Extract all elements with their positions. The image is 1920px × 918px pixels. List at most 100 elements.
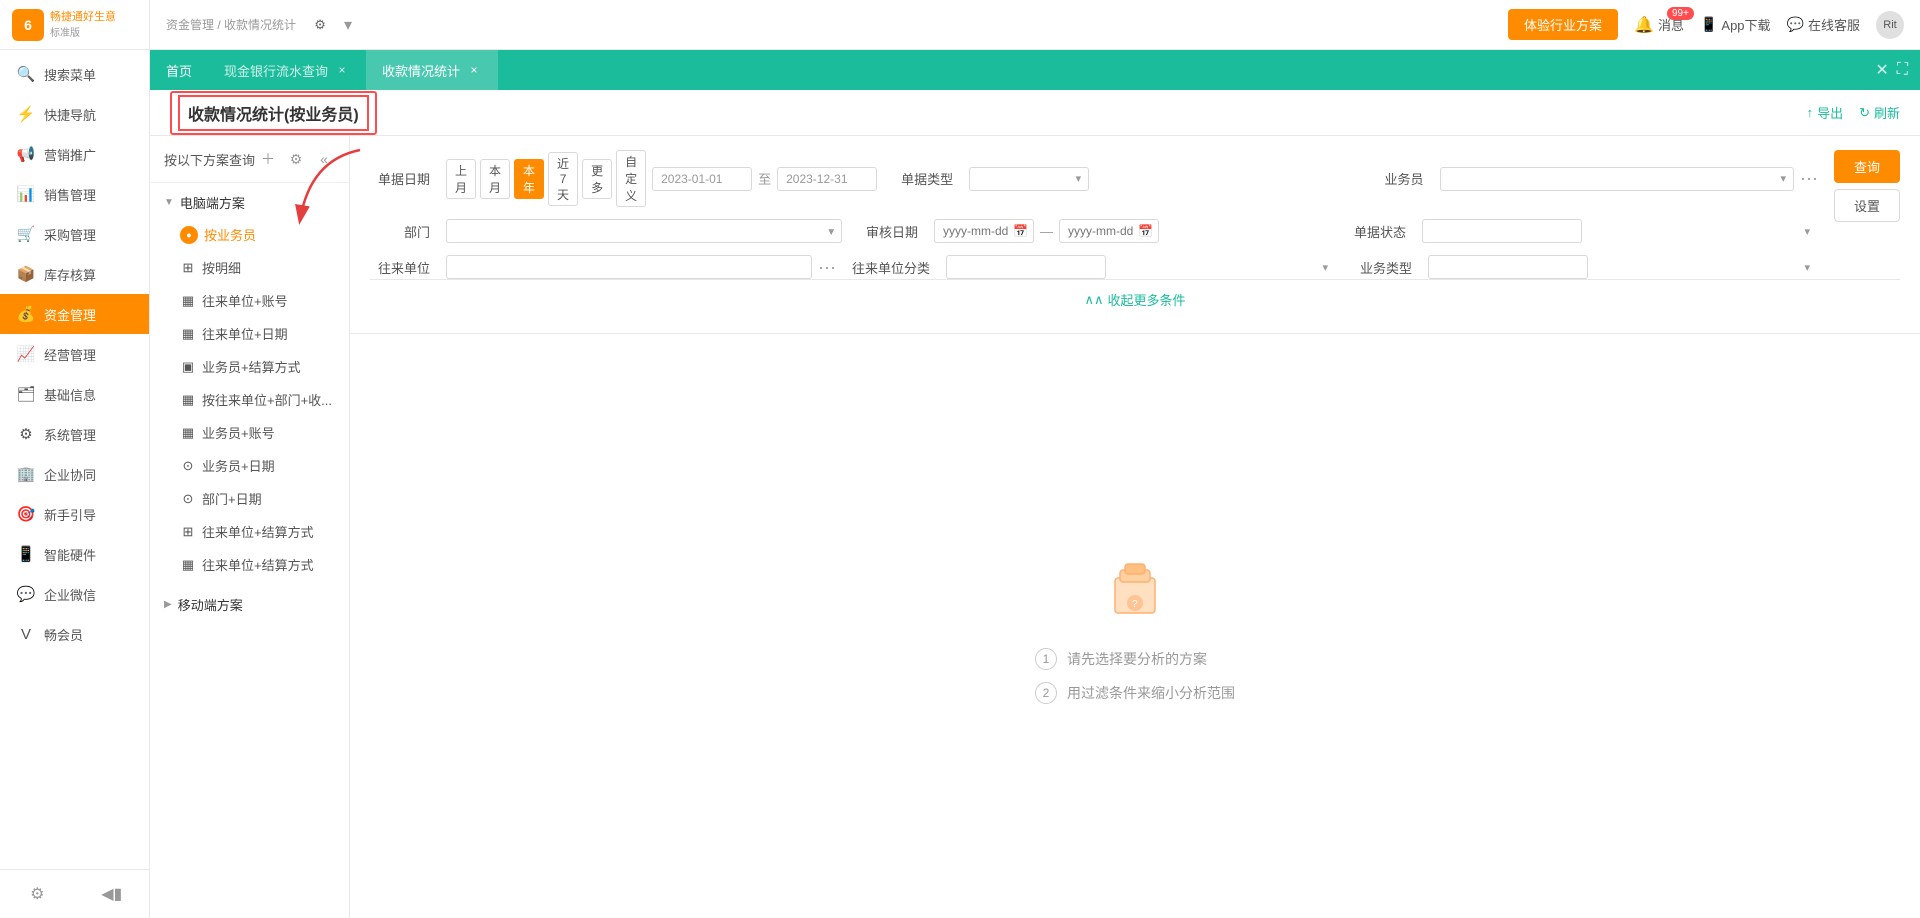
sidebar-label-finance: 资金管理 — [44, 305, 96, 324]
sidebar-item-finance[interactable]: 💰资金管理 — [0, 294, 149, 334]
sidebar-label-inventory: 库存核算 — [44, 265, 96, 284]
tab-label-bank: 现金银行流水查询 — [224, 61, 328, 80]
scheme-item-partner_settlement1[interactable]: ⊞往来单位+结算方式 — [150, 515, 349, 548]
sidebar-item-member[interactable]: V畅会员 — [0, 614, 149, 654]
settings-button[interactable]: 设置 — [1834, 189, 1900, 222]
sidebar-item-hardware[interactable]: 📱智能硬件 — [0, 534, 149, 574]
scheme-settings-icon[interactable]: ⚙ — [285, 148, 307, 170]
tab-receipt[interactable]: 收款情况统计 × — [366, 50, 498, 90]
date-quick-buttons: 上月本月本年近7天更多自定义 — [446, 150, 646, 207]
system-icon: ⚙ — [16, 424, 36, 444]
doc-status-select[interactable] — [1422, 219, 1582, 243]
sidebar-navigation: 🔍搜索菜单⚡快捷导航📢营销推广📊销售管理🛒采购管理📦库存核算💰资金管理📈经营管理… — [0, 50, 149, 869]
by_detail-scheme-label: 按明细 — [202, 258, 241, 277]
sidebar-label-purchase: 采购管理 — [44, 225, 96, 244]
scheme-item-salesperson_settlement[interactable]: ▣业务员+结算方式 — [150, 350, 349, 383]
collapse-sidebar-icon[interactable]: ◀▮ — [96, 878, 128, 910]
sidebar-item-basic[interactable]: 🗂基础信息 — [0, 374, 149, 414]
breadcrumb: 资金管理 / 收款情况统计 — [166, 16, 296, 33]
right-panel: 单据日期 上月本月本年近7天更多自定义 至 单据类型 — [350, 136, 1920, 918]
close-window-icon[interactable]: ✕ — [1875, 60, 1888, 80]
trial-button[interactable]: 体验行业方案 — [1508, 9, 1618, 40]
online-service-button[interactable]: 💬 在线客服 — [1787, 15, 1860, 34]
sidebar-item-operation[interactable]: 📈经营管理 — [0, 334, 149, 374]
refresh-button[interactable]: ↻ 刷新 — [1859, 103, 1900, 122]
main-content: 资金管理 / 收款情况统计 ⚙ ▾ 体验行业方案 🔔 消息 99+ 📱 App下… — [150, 0, 1920, 918]
settings-bottom-icon[interactable]: ⚙ — [21, 878, 53, 910]
sidebar-item-enterprise[interactable]: 🏢企业协同 — [0, 454, 149, 494]
salesperson-label: 业务员 — [1364, 169, 1424, 188]
collapse-bar[interactable]: ∧∧ 收起更多条件 — [370, 279, 1900, 319]
date-from-input[interactable] — [652, 167, 752, 191]
left-panel-query-title: 按以下方案查询 — [164, 150, 255, 169]
filter-area: 单据日期 上月本月本年近7天更多自定义 至 单据类型 — [350, 136, 1920, 334]
scheme-group-header-desktop[interactable]: ▼电脑端方案 — [150, 187, 349, 218]
tab-bank[interactable]: 现金银行流水查询 × — [208, 50, 366, 90]
sidebar-item-system[interactable]: ⚙系统管理 — [0, 414, 149, 454]
doc-type-select[interactable] — [969, 167, 1089, 191]
topbar-dropdown-icon[interactable]: ▾ — [344, 15, 352, 35]
scheme-item-by_detail[interactable]: ⊞按明细 — [150, 251, 349, 284]
scheme-item-partner_dept_receipt[interactable]: ▦按往来单位+部门+收... — [150, 383, 349, 416]
add-scheme-icon[interactable]: ＋ — [257, 148, 279, 170]
date-btn-本月[interactable]: 本月 — [480, 159, 510, 199]
page-title-box: 收款情况统计(按业务员) — [170, 91, 377, 135]
topbar-gear-icon[interactable]: ⚙ — [304, 9, 336, 41]
dept-input[interactable] — [446, 219, 842, 243]
partner_account-scheme-icon: ▦ — [180, 293, 196, 309]
collapse-panel-icon[interactable]: « — [313, 148, 335, 170]
tab-home[interactable]: 首页 — [150, 50, 208, 90]
salesperson-more-icon[interactable]: ··· — [1800, 168, 1818, 189]
review-date-label: 审核日期 — [858, 222, 918, 241]
logo-tag: 标准版 — [50, 24, 116, 39]
partner-input[interactable] — [446, 255, 812, 279]
scheme-item-dept_date[interactable]: ⊙部门+日期 — [150, 482, 349, 515]
dept_date-scheme-label: 部门+日期 — [202, 489, 262, 508]
tab-label-receipt: 收款情况统计 — [382, 61, 460, 80]
tab-close-receipt[interactable]: × — [466, 62, 482, 78]
logo-text: 畅捷通好生意 — [50, 10, 116, 24]
date-to-input[interactable] — [777, 167, 877, 191]
scheme-item-partner_account[interactable]: ▦往来单位+账号 — [150, 284, 349, 317]
breadcrumb-text: 资金管理 / 收款情况统计 — [166, 16, 296, 33]
scheme-item-salesperson_date[interactable]: ⊙业务员+日期 — [150, 449, 349, 482]
sidebar-item-inventory[interactable]: 📦库存核算 — [0, 254, 149, 294]
sidebar-item-wechat[interactable]: 💬企业微信 — [0, 574, 149, 614]
salesperson_date-scheme-label: 业务员+日期 — [202, 456, 275, 475]
date-btn-上月[interactable]: 上月 — [446, 159, 476, 199]
partner_date-scheme-label: 往来单位+日期 — [202, 324, 288, 343]
scheme-item-salesperson_account[interactable]: ▦业务员+账号 — [150, 416, 349, 449]
tab-close-bank[interactable]: × — [334, 62, 350, 78]
messages-button[interactable]: 🔔 消息 99+ — [1634, 15, 1684, 35]
sidebar-label-quick_nav: 快捷导航 — [44, 105, 96, 124]
date-btn-近7天[interactable]: 近7天 — [548, 152, 578, 206]
sidebar-item-quick_nav[interactable]: ⚡快捷导航 — [0, 94, 149, 134]
step-2-number: 2 — [1035, 682, 1057, 704]
scheme-item-partner_settlement2[interactable]: ▦往来单位+结算方式 — [150, 548, 349, 581]
sidebar-item-sales[interactable]: 📊销售管理 — [0, 174, 149, 214]
date-separator: 至 — [758, 169, 771, 188]
user-avatar[interactable]: Rit — [1876, 11, 1904, 39]
scheme-group-header-mobile[interactable]: ▶移动端方案 — [150, 589, 349, 620]
partner_settlement2-scheme-label: 往来单位+结算方式 — [202, 555, 314, 574]
partner-more-icon[interactable]: ··· — [818, 257, 836, 278]
sidebar-item-search[interactable]: 🔍搜索菜单 — [0, 54, 149, 94]
scheme-item-partner_date[interactable]: ▦往来单位+日期 — [150, 317, 349, 350]
sidebar-bottom: ⚙ ◀▮ — [0, 869, 149, 918]
sidebar-item-purchase[interactable]: 🛒采购管理 — [0, 214, 149, 254]
sidebar-item-marketing[interactable]: 📢营销推广 — [0, 134, 149, 174]
maximize-icon[interactable]: ⛶ — [1897, 61, 1908, 79]
app-download-button[interactable]: 📱 App下载 — [1700, 15, 1771, 34]
sidebar-item-newbie[interactable]: 🎯新手引导 — [0, 494, 149, 534]
marketing-icon: 📢 — [16, 144, 36, 164]
biz-type-select[interactable] — [1428, 255, 1588, 279]
date-btn-更多[interactable]: 更多 — [582, 159, 612, 199]
date-btn-自定义[interactable]: 自定义 — [616, 150, 646, 207]
date-btn-本年[interactable]: 本年 — [514, 159, 544, 199]
partner-category-select[interactable] — [946, 255, 1106, 279]
salesperson-input[interactable] — [1440, 167, 1794, 191]
scheme-item-by_salesperson[interactable]: ●按业务员 — [150, 218, 349, 251]
query-button[interactable]: 查询 — [1834, 150, 1900, 183]
export-button[interactable]: ↑ 导出 — [1807, 103, 1844, 122]
member-icon: V — [16, 624, 36, 644]
